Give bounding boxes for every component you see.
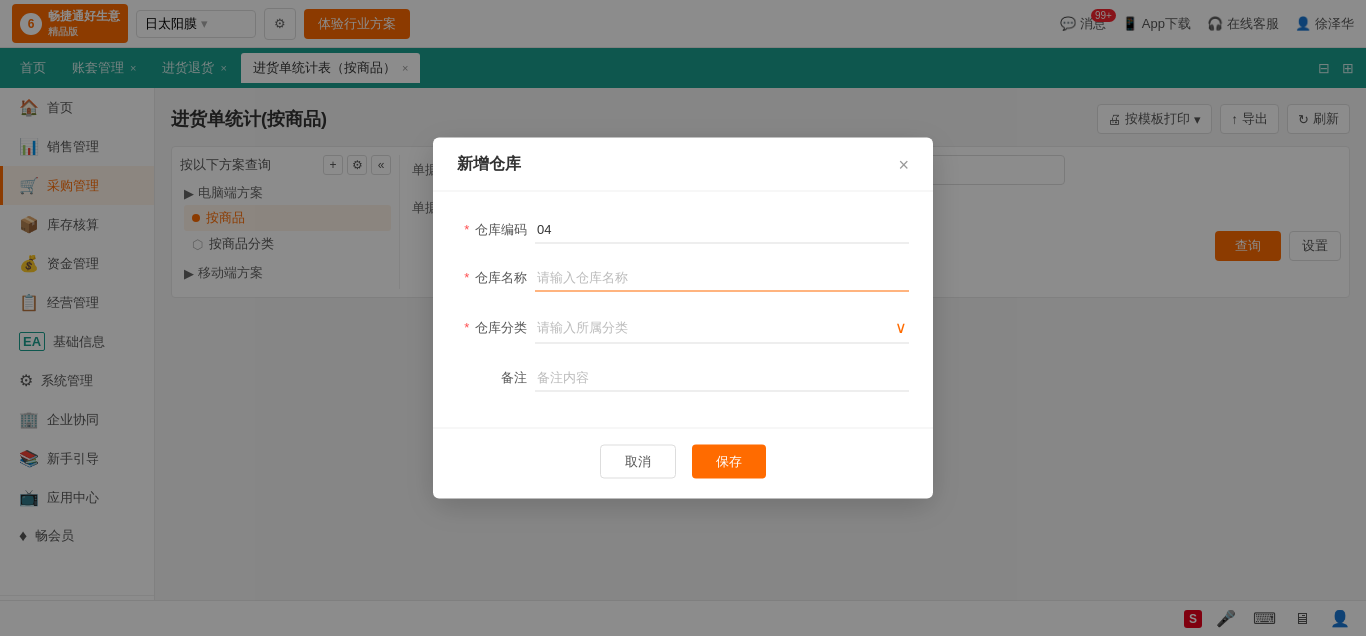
code-label: * 仓库编码 [457, 221, 527, 239]
note-input[interactable] [535, 364, 909, 392]
category-label: * 仓库分类 [457, 319, 527, 337]
modal-body: * 仓库编码 * 仓库名称 * 仓库分类 请输入所属分类 ∨ [433, 192, 933, 428]
save-button[interactable]: 保存 [692, 445, 766, 479]
category-chevron-icon: ∨ [895, 318, 907, 337]
modal-header: 新增仓库 × [433, 138, 933, 192]
cancel-button[interactable]: 取消 [600, 445, 676, 479]
category-placeholder: 请输入所属分类 [537, 318, 628, 336]
code-input[interactable] [535, 216, 909, 244]
form-row-category: * 仓库分类 请输入所属分类 ∨ [457, 312, 909, 344]
form-row-name: * 仓库名称 [457, 264, 909, 292]
note-label: 备注 [457, 369, 527, 387]
modal-close-button[interactable]: × [898, 155, 909, 173]
add-warehouse-modal: 新增仓库 × * 仓库编码 * 仓库名称 * 仓库分类 请输入 [433, 138, 933, 499]
name-input[interactable] [535, 264, 909, 292]
modal-title: 新增仓库 [457, 154, 521, 175]
category-select[interactable]: 请输入所属分类 ∨ [535, 312, 909, 344]
modal-footer: 取消 保存 [433, 428, 933, 499]
form-row-code: * 仓库编码 [457, 216, 909, 244]
form-row-note: 备注 [457, 364, 909, 392]
name-label: * 仓库名称 [457, 269, 527, 287]
